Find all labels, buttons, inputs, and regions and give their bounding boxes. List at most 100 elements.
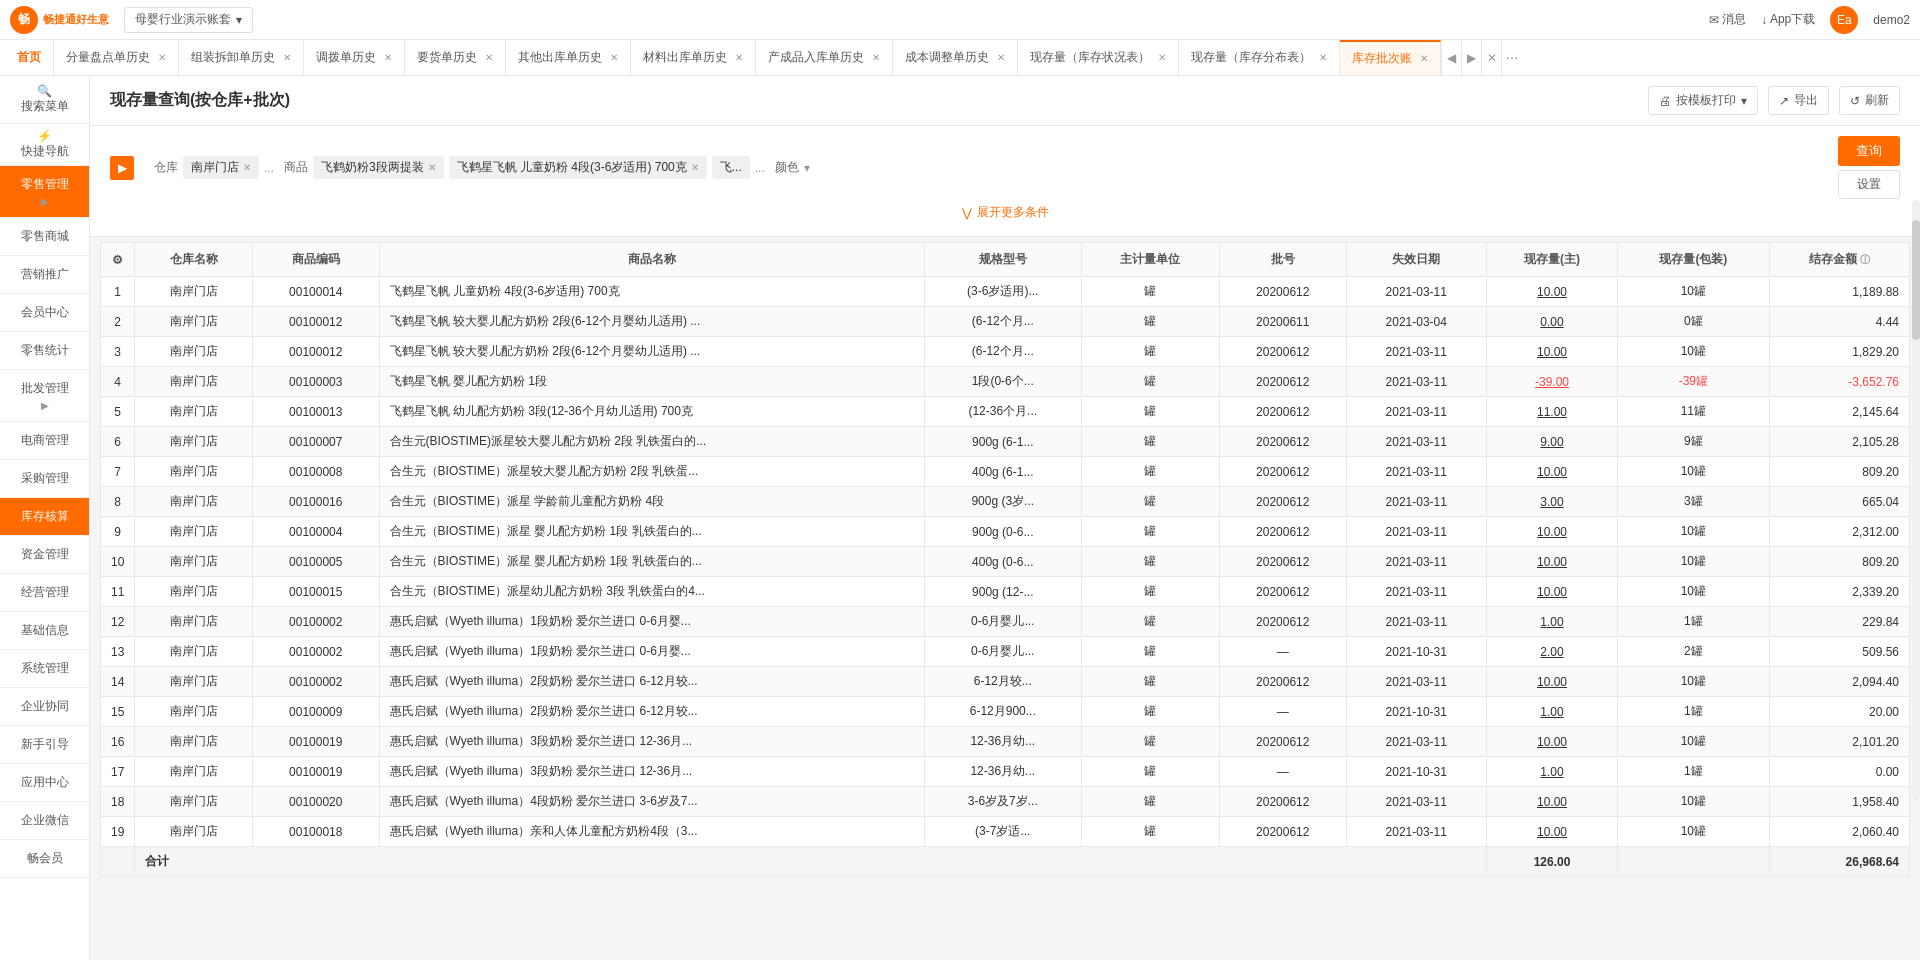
row-qty-main[interactable]: 2.00 [1486,637,1617,667]
avatar[interactable]: Ea [1830,6,1858,34]
row-qty-main[interactable]: 10.00 [1486,277,1617,307]
row-qty-main[interactable]: 10.00 [1486,577,1617,607]
tab-next-btn[interactable]: ▶ [1461,40,1481,76]
row-qty-main[interactable]: 0.00 [1486,307,1617,337]
row-qty-main[interactable]: 10.00 [1486,667,1617,697]
close-icon[interactable]: ✕ [283,52,291,63]
sidebar-item-quicknav[interactable]: ⚡ 快捷导航 [0,124,89,166]
tab-cailiaochukunhistory[interactable]: 材料出库单历史✕ [631,40,756,76]
toggle-filter-btn[interactable]: ▶ [110,156,134,180]
print-btn[interactable]: 🖨 按模板打印 ▾ [1648,86,1758,115]
row-qty-main[interactable]: 10.00 [1486,517,1617,547]
row-num: 10 [101,547,135,577]
sidebar-item-base-info[interactable]: 基础信息 [0,612,89,650]
tab-tiaobodanhistory[interactable]: 调拨单历史✕ [304,40,405,76]
row-qty-main[interactable]: 11.00 [1486,397,1617,427]
tab-prev-btn[interactable]: ◀ [1441,40,1461,76]
tab-more-btn[interactable]: ⋯ [1501,40,1521,76]
remove-product1-icon[interactable]: ✕ [428,162,436,173]
settings-btn[interactable]: 设置 [1838,170,1900,199]
row-num: 14 [101,667,135,697]
tab-qitachukunhistory[interactable]: 其他出库单历史✕ [506,40,631,76]
tab-chanchengpinruku[interactable]: 产成品入库单历史✕ [756,40,893,76]
more-warehouse-icon[interactable]: ... [264,161,274,175]
close-icon[interactable]: ✕ [872,52,880,63]
tab-home-label: 首页 [17,49,41,66]
row-unit: 罐 [1081,757,1219,787]
tab-close-btn[interactable]: ✕ [1481,40,1501,76]
query-btn[interactable]: 查询 [1838,136,1900,166]
app-download-btn[interactable]: ↓ App下载 [1761,11,1815,28]
row-qty-main[interactable]: -39.00 [1486,367,1617,397]
row-qty-main[interactable]: 10.00 [1486,787,1617,817]
sidebar-item-guide[interactable]: 新手引导 [0,726,89,764]
product-tag3[interactable]: 飞... [712,156,750,179]
refresh-btn[interactable]: ↺ 刷新 [1839,86,1900,115]
sidebar-item-system[interactable]: 系统管理 [0,650,89,688]
row-spec: 400g (6-1... [924,457,1081,487]
export-icon: ↗ [1779,94,1789,108]
sidebar-item-enterprise[interactable]: 企业协同 [0,688,89,726]
info-icon[interactable]: ⓘ [1860,254,1870,265]
remove-product2-icon[interactable]: ✕ [691,162,699,173]
industry-selector[interactable]: 母婴行业演示账套 ▾ [124,7,253,33]
sidebar-item-business[interactable]: 经营管理 [0,574,89,612]
close-icon[interactable]: ✕ [610,52,618,63]
row-qty-main[interactable]: 1.00 [1486,607,1617,637]
close-icon[interactable]: ✕ [735,52,743,63]
product-tag2[interactable]: 飞鹤星飞帆 儿童奶粉 4段(3-6岁适用) 700克 ✕ [449,156,707,179]
sidebar-item-ecommerce[interactable]: 电商管理 [0,422,89,460]
sidebar-item-appstore[interactable]: 应用中心 [0,764,89,802]
sidebar-item-finance[interactable]: 资金管理 [0,536,89,574]
close-icon[interactable]: ✕ [997,52,1005,63]
sidebar-item-search[interactable]: 🔍 搜索菜单 [0,76,89,124]
sidebar-item-purchase[interactable]: 采购管理 [0,460,89,498]
close-icon[interactable]: ✕ [1158,52,1166,63]
export-btn[interactable]: ↗ 导出 [1768,86,1829,115]
close-icon[interactable]: ✕ [485,52,493,63]
row-qty-main[interactable]: 10.00 [1486,817,1617,847]
row-code: 00100019 [252,757,379,787]
row-qty-main[interactable]: 9.00 [1486,427,1617,457]
close-icon[interactable]: ✕ [384,52,392,63]
close-icon[interactable]: ✕ [1319,52,1327,63]
sidebar-item-inventory[interactable]: 库存核算 [0,498,89,536]
row-amount: 809.20 [1769,547,1909,577]
sidebar-item-member2[interactable]: 畅会员 [0,840,89,878]
row-qty-main[interactable]: 10.00 [1486,337,1617,367]
sidebar-item-member[interactable]: 会员中心 [0,294,89,332]
sidebar-item-retail-stats[interactable]: 零售统计 [0,332,89,370]
tab-chenbenzhengdan[interactable]: 成本调整单历史✕ [893,40,1018,76]
warehouse-tag[interactable]: 南岸门店 ✕ [183,156,259,179]
row-expiry: 2021-03-11 [1346,397,1486,427]
sidebar-item-retail-mgmt[interactable]: 零售管理 ▶ [0,166,89,218]
row-qty-main[interactable]: 1.00 [1486,697,1617,727]
close-icon[interactable]: ✕ [158,52,166,63]
tab-yaohuo[interactable]: 要货单历史✕ [405,40,506,76]
tab-zuzhuangchaizuo[interactable]: 组装拆卸单历史✕ [179,40,304,76]
row-qty-main[interactable]: 1.00 [1486,757,1617,787]
close-icon[interactable]: ✕ [1420,53,1428,64]
color-chevron-icon[interactable]: ▾ [804,161,810,175]
row-name: 惠氏启赋（Wyeth illuma）3段奶粉 爱尔兰进口 12-36月... [379,727,924,757]
tab-xiancunliangzhuangkuang[interactable]: 现存量（库存状况表）✕ [1018,40,1179,76]
remove-warehouse-icon[interactable]: ✕ [243,162,251,173]
row-qty-main[interactable]: 10.00 [1486,457,1617,487]
sidebar-item-wechat[interactable]: 企业微信 [0,802,89,840]
messages-btn[interactable]: ✉ 消息 [1709,11,1746,28]
row-qty-main[interactable]: 10.00 [1486,547,1617,577]
more-product-icon[interactable]: ... [755,161,765,175]
row-qty-pkg: 10罐 [1618,337,1770,367]
tab-home[interactable]: 首页 [5,40,54,76]
sidebar-item-marketing[interactable]: 营销推广 [0,256,89,294]
row-qty-main[interactable]: 10.00 [1486,727,1617,757]
expand-more-btn[interactable]: ⋁ 展开更多条件 [110,199,1900,226]
col-settings[interactable]: ⚙ [101,243,135,277]
tab-fenliangpandian[interactable]: 分量盘点单历史✕ [54,40,179,76]
tab-xiancunliangfenbu[interactable]: 现存量（库存分布表）✕ [1179,40,1340,76]
row-qty-main[interactable]: 3.00 [1486,487,1617,517]
sidebar-item-wholesale[interactable]: 批发管理 ▶ [0,370,89,422]
product-tag1[interactable]: 飞鹤奶粉3段两提装 ✕ [313,156,444,179]
sidebar-item-retail-shop[interactable]: 零售商城 [0,218,89,256]
tab-kucunpicicun[interactable]: 库存批次账✕ [1340,40,1441,76]
